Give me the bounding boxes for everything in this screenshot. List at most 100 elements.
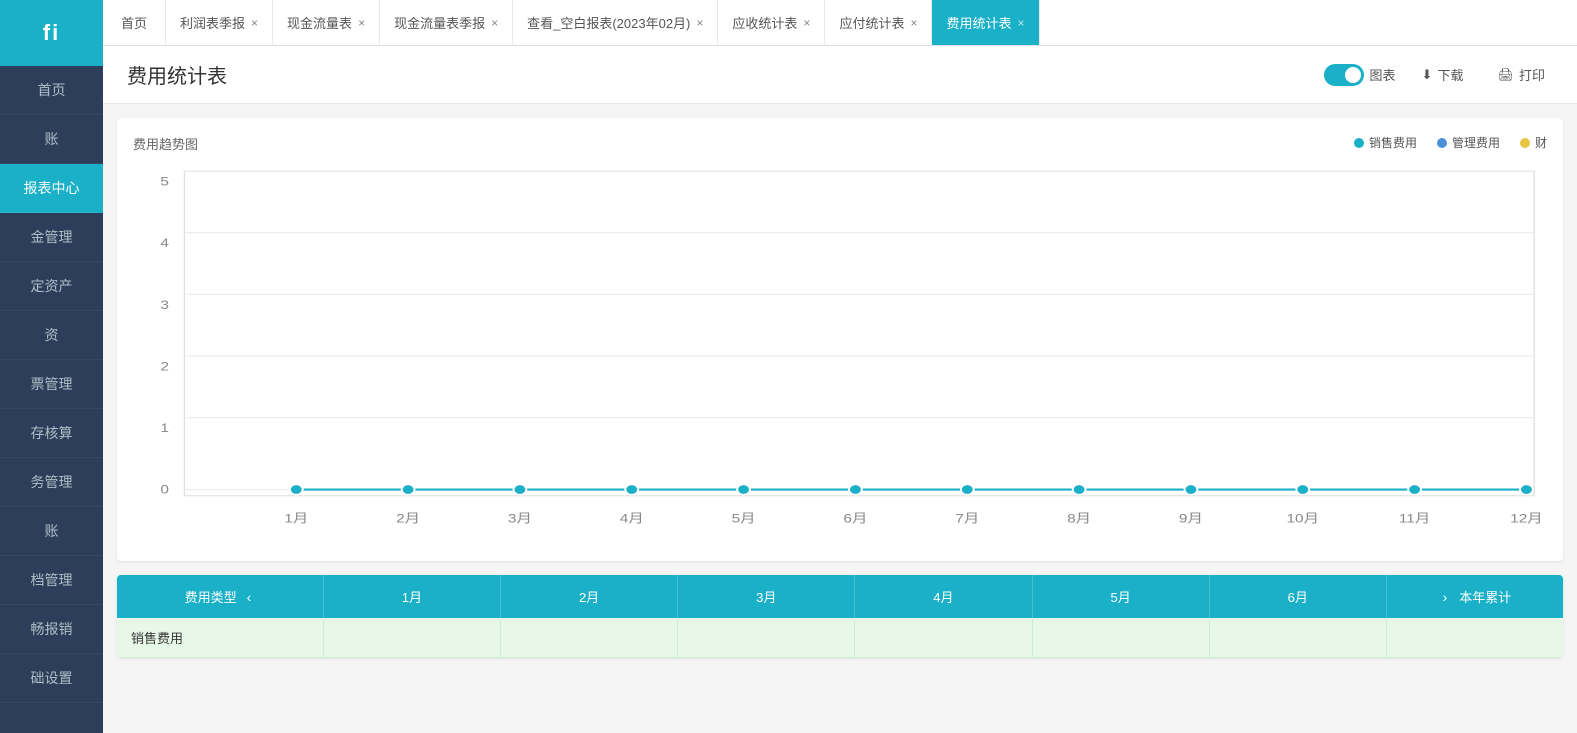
- sidebar-item-funds[interactable]: 资: [0, 311, 103, 360]
- svg-text:4: 4: [160, 236, 169, 250]
- chart-toggle-label: 图表: [1370, 65, 1396, 84]
- tab-expense-label: 费用统计表: [946, 13, 1011, 32]
- chart-title: 费用趋势图: [133, 134, 198, 153]
- tab-cashflow-q[interactable]: 现金流量表季报 ×: [380, 0, 513, 45]
- nav-prev-arrow[interactable]: ‹: [243, 589, 256, 605]
- sidebar-item-ledger[interactable]: 账: [0, 507, 103, 556]
- cell-1: [324, 618, 501, 657]
- download-button[interactable]: ⬇ 下载: [1414, 61, 1472, 88]
- print-icon: 🖨: [1497, 67, 1514, 83]
- tab-expense-close[interactable]: ×: [1017, 16, 1024, 30]
- chart-svg: 0 1 2 3 4 5 1月 2月: [133, 165, 1547, 545]
- sidebar-item-account[interactable]: 账: [0, 115, 103, 164]
- tab-payable-label: 应付统计表: [839, 13, 904, 32]
- cell-type: 销售费用: [117, 618, 324, 657]
- svg-text:10月: 10月: [1286, 511, 1319, 525]
- svg-text:0: 0: [160, 482, 169, 496]
- chart-section: 费用趋势图 销售费用 管理费用 财: [117, 118, 1563, 561]
- svg-text:7月: 7月: [955, 511, 979, 525]
- tab-bar: 首页 利润表季报 × 现金流量表 × 现金流量表季报 × 查看_空白报表(202…: [103, 0, 1577, 46]
- sidebar: fi 首页 账 报表中心 金管理 定资产 资 票管理 存核算 务管理 账 档管理…: [0, 0, 103, 733]
- col-type-label: 费用类型: [185, 587, 237, 606]
- table-header-row: 费用类型 ‹ 1月 2月 3月 4月 5月 6月 › 本年累计: [117, 575, 1563, 618]
- legend-finance-label: 财: [1535, 134, 1547, 151]
- table-col-2: 2月: [501, 575, 678, 618]
- col-total-label: 本年累计: [1459, 587, 1511, 606]
- legend-sales-label: 销售费用: [1369, 134, 1417, 151]
- table-row-sales: 销售费用: [117, 618, 1563, 658]
- svg-text:6月: 6月: [843, 511, 867, 525]
- svg-text:5月: 5月: [732, 511, 756, 525]
- tab-cashflow-q-close[interactable]: ×: [491, 16, 498, 30]
- legend-finance-dot: [1520, 138, 1530, 148]
- tab-blank-close[interactable]: ×: [696, 16, 703, 30]
- table-col-type: 费用类型 ‹: [117, 575, 324, 618]
- sidebar-item-invoice[interactable]: 票管理: [0, 360, 103, 409]
- svg-text:1: 1: [160, 421, 169, 435]
- tab-receivable[interactable]: 应收统计表 ×: [718, 0, 825, 45]
- tab-payable-close[interactable]: ×: [910, 16, 917, 30]
- print-button[interactable]: 🖨 打印: [1489, 61, 1553, 88]
- svg-text:4月: 4月: [620, 511, 644, 525]
- cell-4: [855, 618, 1032, 657]
- sidebar-item-service[interactable]: 务管理: [0, 458, 103, 507]
- header-actions: 图表 ⬇ 下载 🖨 打印: [1324, 61, 1553, 88]
- sidebar-item-settings[interactable]: 础设置: [0, 654, 103, 703]
- sidebar-item-assets[interactable]: 定资产: [0, 262, 103, 311]
- svg-text:11月: 11月: [1399, 511, 1430, 525]
- svg-text:1月: 1月: [284, 511, 308, 525]
- tab-blank[interactable]: 查看_空白报表(2023年02月) ×: [513, 0, 718, 45]
- svg-text:2: 2: [160, 359, 169, 373]
- sidebar-item-reports[interactable]: 报表中心: [0, 164, 103, 213]
- sidebar-logo: fi: [0, 0, 103, 66]
- tab-home[interactable]: 首页: [103, 0, 166, 45]
- tab-profit[interactable]: 利润表季报 ×: [166, 0, 273, 45]
- legend-sales: 销售费用: [1354, 134, 1417, 151]
- nav-next-cell: › 本年累计: [1387, 575, 1563, 618]
- main-area: 首页 利润表季报 × 现金流量表 × 现金流量表季报 × 查看_空白报表(202…: [103, 0, 1577, 733]
- svg-text:3: 3: [160, 297, 169, 311]
- chart-toggle[interactable]: [1324, 64, 1364, 86]
- sidebar-item-home[interactable]: 首页: [0, 66, 103, 115]
- svg-text:5: 5: [160, 174, 169, 188]
- svg-text:9月: 9月: [1179, 511, 1203, 525]
- tab-payable[interactable]: 应付统计表 ×: [825, 0, 932, 45]
- table-section: 费用类型 ‹ 1月 2月 3月 4月 5月 6月 › 本年累计 销售费用: [117, 575, 1563, 658]
- table-col-1: 1月: [324, 575, 501, 618]
- download-icon: ⬇: [1422, 67, 1433, 83]
- legend-admin-label: 管理费用: [1452, 134, 1500, 151]
- tab-cashflow-q-label: 现金流量表季报: [394, 13, 485, 32]
- cell-total: [1387, 618, 1563, 657]
- table-col-6: 6月: [1210, 575, 1387, 618]
- tab-cashflow-label: 现金流量表: [287, 13, 352, 32]
- svg-text:8月: 8月: [1067, 511, 1091, 525]
- sidebar-item-stock[interactable]: 存核算: [0, 409, 103, 458]
- tab-profit-label: 利润表季报: [180, 13, 245, 32]
- chart-toggle-wrap: 图表: [1324, 64, 1396, 86]
- svg-text:12月: 12月: [1510, 511, 1543, 525]
- legend-finance: 财: [1520, 134, 1547, 151]
- nav-next-arrow[interactable]: ›: [1439, 589, 1452, 605]
- legend-admin-dot: [1437, 138, 1447, 148]
- cell-3: [678, 618, 855, 657]
- chart-area: 0 1 2 3 4 5 1月 2月: [133, 165, 1547, 545]
- page-content: 费用统计表 图表 ⬇ 下载 🖨 打印 费用趋势图: [103, 46, 1577, 733]
- svg-text:3月: 3月: [508, 511, 532, 525]
- cell-5: [1033, 618, 1210, 657]
- sidebar-item-expense[interactable]: 畅报销: [0, 605, 103, 654]
- table-col-4: 4月: [855, 575, 1032, 618]
- tab-cashflow-close[interactable]: ×: [358, 16, 365, 30]
- legend-admin: 管理费用: [1437, 134, 1500, 151]
- sidebar-item-files[interactable]: 档管理: [0, 556, 103, 605]
- download-label: 下载: [1437, 65, 1463, 84]
- sidebar-item-finance[interactable]: 金管理: [0, 213, 103, 262]
- tab-blank-label: 查看_空白报表(2023年02月): [527, 13, 690, 32]
- tab-profit-close[interactable]: ×: [251, 16, 258, 30]
- tab-receivable-close[interactable]: ×: [803, 16, 810, 30]
- tab-expense[interactable]: 费用统计表 ×: [932, 0, 1039, 45]
- cell-2: [501, 618, 678, 657]
- tab-cashflow[interactable]: 现金流量表 ×: [273, 0, 380, 45]
- legend-sales-dot: [1354, 138, 1364, 148]
- chart-legend: 销售费用 管理费用 财: [1354, 134, 1547, 151]
- page-header: 费用统计表 图表 ⬇ 下载 🖨 打印: [103, 46, 1577, 104]
